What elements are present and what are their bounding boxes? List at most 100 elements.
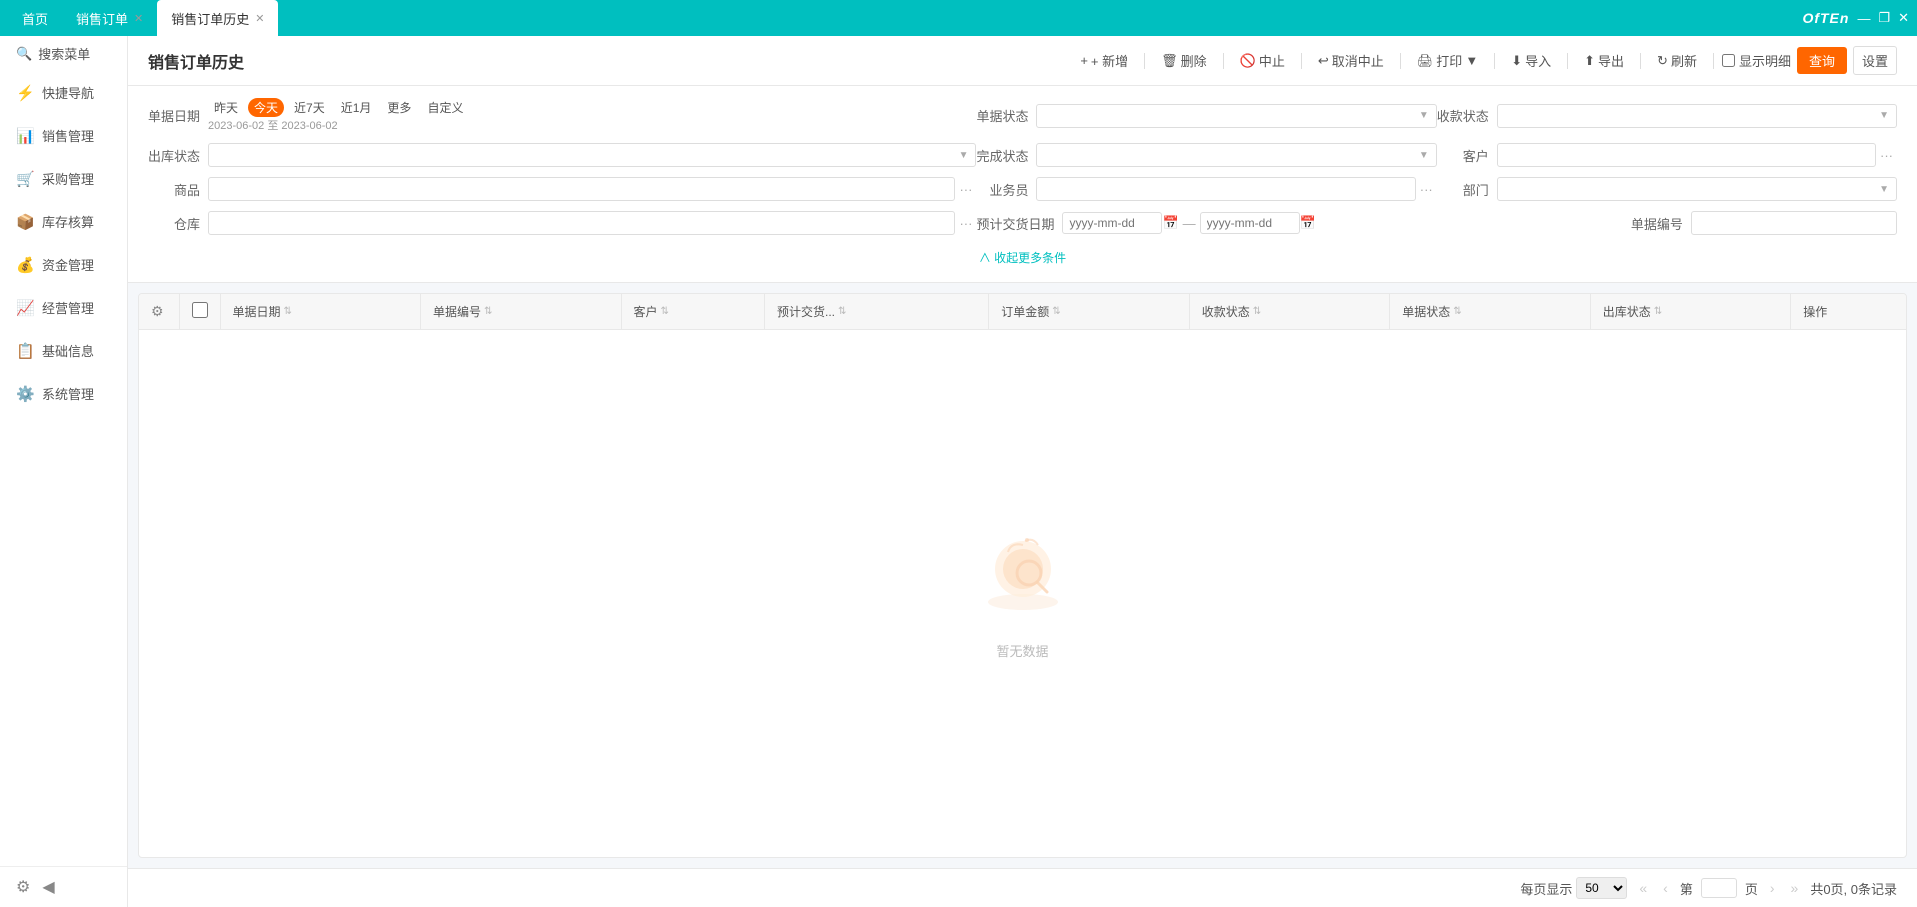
- th-checkbox: [179, 294, 220, 330]
- empty-illustration: [973, 527, 1073, 633]
- completion-status-select[interactable]: [1036, 143, 1436, 167]
- table-area: ⚙ 单据日期 ⇅ 单据编号: [138, 293, 1907, 858]
- tab-sales-order-close[interactable]: ✕: [134, 12, 143, 25]
- th-expected-delivery: 预计交货... ⇅: [764, 294, 988, 330]
- expected-date-end-calendar-icon[interactable]: 📅: [1300, 215, 1316, 231]
- tab-home[interactable]: 首页: [8, 0, 62, 36]
- cancel-stop-button[interactable]: ↩ 取消中止: [1310, 47, 1392, 74]
- sidebar-item-finance[interactable]: 💰 资金管理: [0, 243, 127, 286]
- order-status-select-wrap: ▼: [1036, 104, 1436, 128]
- goods-filter-dots[interactable]: ···: [955, 182, 976, 197]
- sidebar-item-operations[interactable]: 📈 经营管理: [0, 286, 127, 329]
- refresh-button[interactable]: ↻ 刷新: [1649, 47, 1705, 74]
- order-status-select[interactable]: [1036, 104, 1436, 128]
- date-tag-today[interactable]: 今天: [248, 98, 284, 117]
- tab-sales-order[interactable]: 销售订单 ✕: [62, 0, 157, 36]
- import-button[interactable]: ⬇ 导入: [1503, 47, 1559, 74]
- warehouse-filter-dots[interactable]: ···: [955, 216, 976, 231]
- filter-order-status-item: 单据状态 ▼: [976, 104, 1436, 128]
- sidebar: 🔍 搜索菜单 ⚡ 快捷导航 📊 销售管理 🛒 采购管理 📦 库存核算 💰 资金管…: [0, 36, 128, 907]
- select-all-checkbox[interactable]: [192, 302, 208, 318]
- expected-date-end-input[interactable]: [1200, 212, 1300, 234]
- date-tag-1month[interactable]: 近1月: [335, 98, 378, 117]
- window-restore-btn[interactable]: ❐: [1878, 10, 1890, 26]
- new-button[interactable]: + + 新增: [1072, 47, 1136, 74]
- sidebar-item-inventory[interactable]: 📦 库存核算: [0, 200, 127, 243]
- th-order-status-inner: 单据状态 ⇅: [1402, 303, 1578, 320]
- sidebar-item-quick-nav[interactable]: ⚡ 快捷导航: [0, 71, 127, 114]
- th-expected-delivery-sort-icon[interactable]: ⇅: [838, 306, 846, 317]
- th-delivery-status-sort-icon[interactable]: ⇅: [1654, 306, 1662, 317]
- th-order-no-sort-icon[interactable]: ⇅: [484, 306, 492, 317]
- order-no-filter-input[interactable]: [1691, 211, 1897, 235]
- payment-status-select-wrap: ▼: [1497, 104, 1897, 128]
- print-dropdown-icon: ▼: [1465, 53, 1478, 68]
- export-button[interactable]: ⬆ 导出: [1576, 47, 1632, 74]
- sidebar-item-purchase-mgmt[interactable]: 🛒 采购管理: [0, 157, 127, 200]
- print-button[interactable]: 🖨 打印 ▼: [1409, 47, 1486, 74]
- filter-row-4: 仓库 ··· 预计交货日期 📅 — 📅 单据编号: [148, 211, 1897, 235]
- th-date-sort-icon[interactable]: ⇅: [284, 306, 292, 317]
- th-order-status: 单据状态 ⇅: [1390, 294, 1591, 330]
- pagination-total-text: 共0页, 0条记录: [1810, 879, 1897, 898]
- tab-sales-order-history-close[interactable]: ✕: [255, 12, 264, 25]
- th-customer: 客户 ⇅: [621, 294, 764, 330]
- th-delivery-status: 出库状态 ⇅: [1590, 294, 1791, 330]
- salesperson-filter-dots[interactable]: ···: [1416, 182, 1437, 197]
- settings-button[interactable]: 设置: [1853, 46, 1897, 75]
- pagination-page-input[interactable]: 1: [1701, 878, 1737, 898]
- window-close-btn[interactable]: ✕: [1898, 10, 1909, 26]
- tab-sales-order-history[interactable]: 销售订单历史 ✕: [157, 0, 278, 36]
- customer-filter-dots[interactable]: ···: [1876, 148, 1897, 163]
- salesperson-filter-input[interactable]: [1036, 177, 1415, 201]
- table-gear-icon[interactable]: ⚙: [151, 303, 164, 319]
- date-tag-yesterday[interactable]: 昨天: [208, 98, 244, 117]
- th-order-no: 单据编号 ⇅: [421, 294, 622, 330]
- department-select[interactable]: [1497, 177, 1897, 201]
- pagination-last-btn[interactable]: »: [1787, 878, 1803, 898]
- collapse-sidebar-icon[interactable]: ◀: [42, 877, 54, 897]
- customer-filter-input[interactable]: [1497, 143, 1876, 167]
- show-detail-checkbox[interactable]: [1722, 54, 1735, 67]
- date-filter-label: 单据日期: [148, 106, 208, 125]
- delivery-status-select[interactable]: [208, 143, 976, 167]
- customer-filter-label: 客户: [1437, 146, 1497, 165]
- date-tag-custom[interactable]: 自定义: [421, 98, 469, 117]
- search-menu[interactable]: 🔍 搜索菜单: [0, 36, 127, 71]
- th-order-amount-inner: 订单金额 ⇅: [1001, 303, 1177, 320]
- th-order-status-sort-icon[interactable]: ⇅: [1453, 306, 1461, 317]
- th-customer-inner: 客户 ⇅: [634, 303, 752, 320]
- th-payment-status-sort-icon[interactable]: ⇅: [1253, 306, 1261, 317]
- pagination-next-btn[interactable]: ›: [1766, 878, 1779, 898]
- filter-row-2: 出库状态 ▼ 完成状态 ▼: [148, 143, 1897, 167]
- delete-button[interactable]: 🗑 删除: [1153, 47, 1215, 74]
- window-minimize-btn[interactable]: —: [1857, 11, 1870, 26]
- payment-status-select[interactable]: [1497, 104, 1897, 128]
- query-button[interactable]: 查询: [1797, 47, 1847, 74]
- per-page-select[interactable]: 10 20 50 100: [1576, 877, 1627, 899]
- settings-bottom-icon[interactable]: ⚙: [16, 877, 30, 897]
- expected-date-start-input[interactable]: [1062, 212, 1162, 234]
- th-customer-sort-icon[interactable]: ⇅: [661, 306, 669, 317]
- date-tag-more[interactable]: 更多: [381, 98, 417, 117]
- th-settings: ⚙: [139, 294, 179, 330]
- th-order-amount-sort-icon[interactable]: ⇅: [1052, 306, 1060, 317]
- th-date-label: 单据日期: [233, 303, 281, 320]
- sidebar-item-quick-nav-label: 快捷导航: [42, 83, 94, 102]
- sidebar-item-basic-info-label: 基础信息: [42, 341, 94, 360]
- pagination-first-btn[interactable]: «: [1635, 878, 1651, 898]
- sidebar-item-sales-mgmt[interactable]: 📊 销售管理: [0, 114, 127, 157]
- th-expected-delivery-label: 预计交货...: [777, 303, 835, 320]
- collapse-row[interactable]: ∧ 收起更多条件: [148, 245, 1897, 270]
- show-detail-label: 显示明细: [1739, 51, 1791, 70]
- date-filter-group: 昨天 今天 近7天 近1月 更多 自定义 2023-06-02 至 2023-0…: [208, 98, 976, 133]
- pagination-prev-btn[interactable]: ‹: [1659, 878, 1672, 898]
- goods-filter-input[interactable]: [208, 177, 955, 201]
- date-tag-7days[interactable]: 近7天: [288, 98, 331, 117]
- warehouse-filter-input[interactable]: [208, 211, 955, 235]
- sidebar-item-system[interactable]: ⚙️ 系统管理: [0, 372, 127, 415]
- stop-button[interactable]: 🚫 中止: [1232, 47, 1293, 74]
- sidebar-item-basic-info[interactable]: 📋 基础信息: [0, 329, 127, 372]
- expected-date-start-calendar-icon[interactable]: 📅: [1162, 215, 1178, 231]
- pagination-per-page-wrap: 每页显示 10 20 50 100: [1520, 877, 1627, 899]
